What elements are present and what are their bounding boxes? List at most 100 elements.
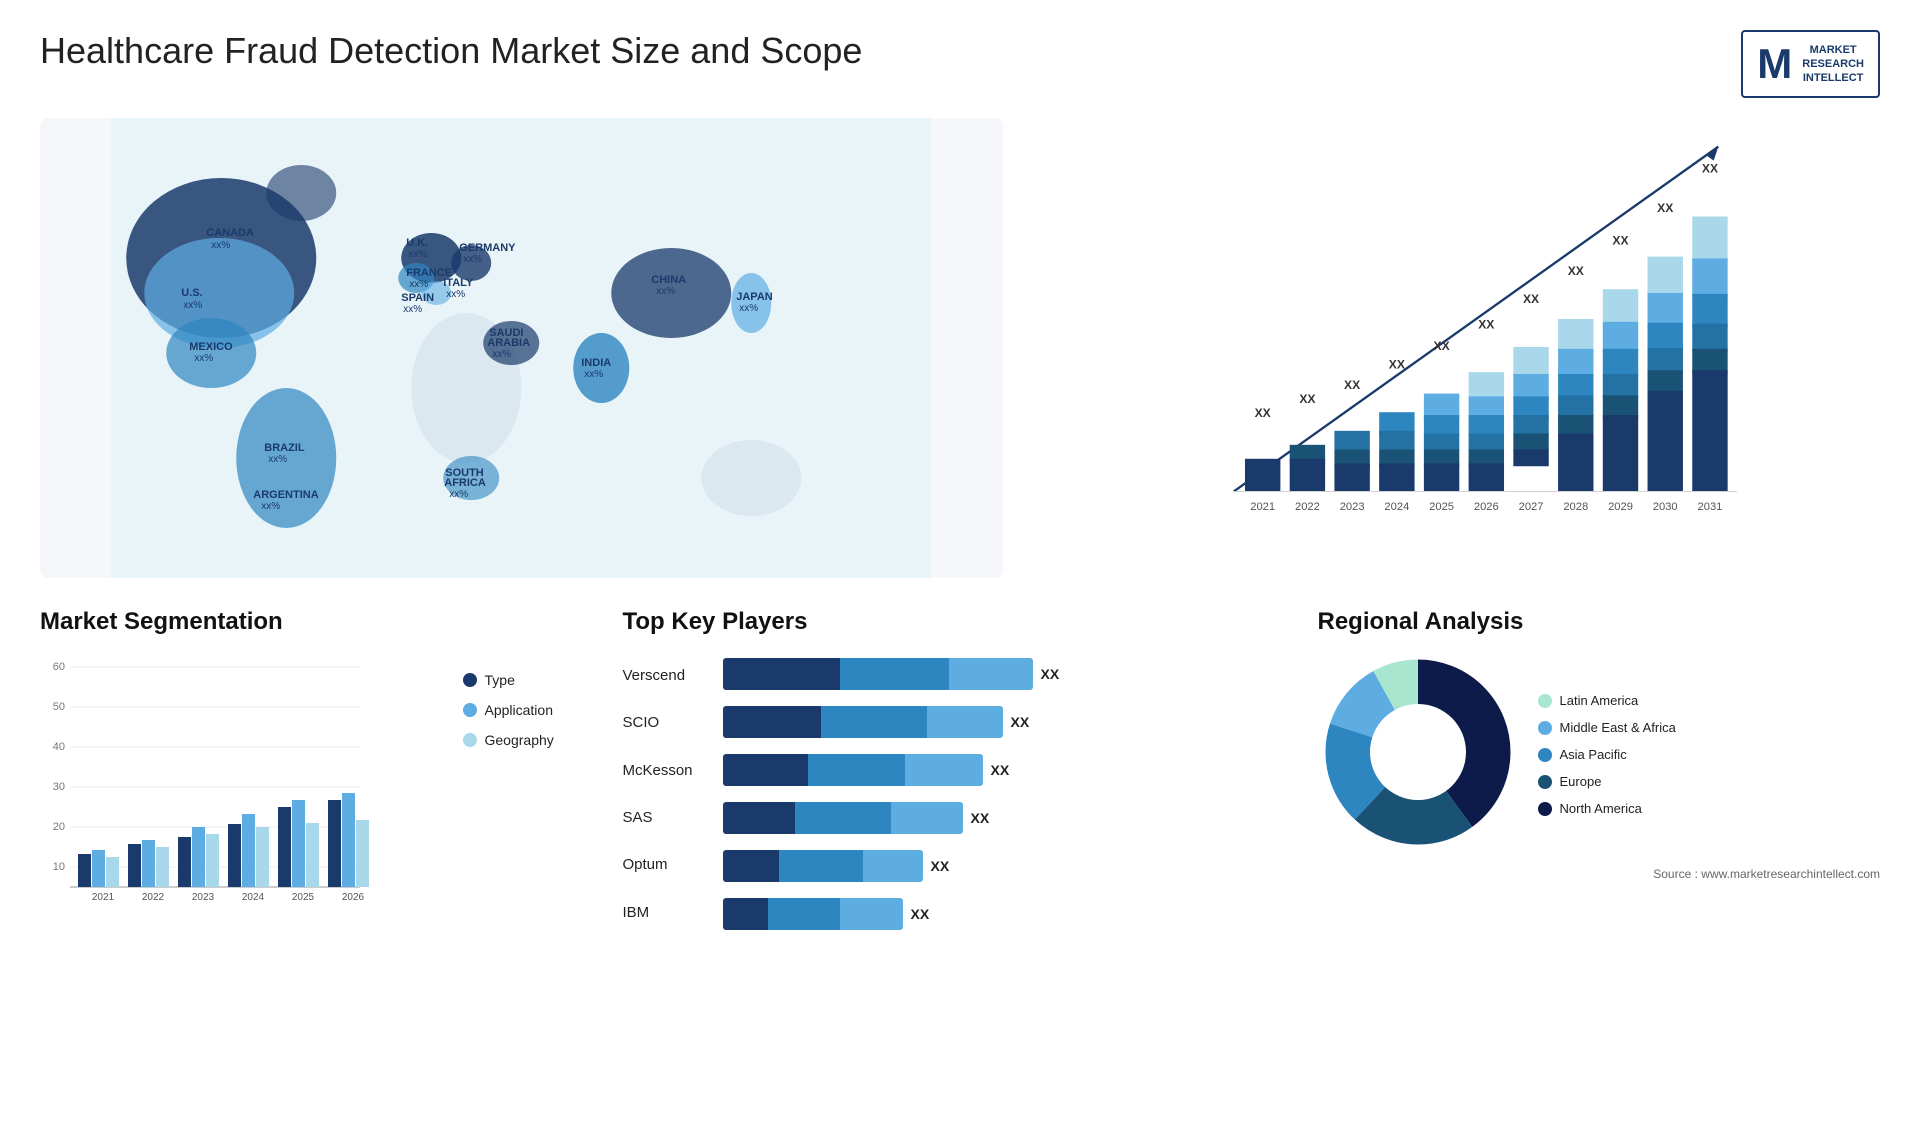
dot-middle-east	[1538, 721, 1552, 735]
legend-type: Type	[463, 672, 603, 688]
bar-mckesson: XX	[723, 748, 1298, 792]
bar-sas: XX	[723, 796, 1298, 840]
svg-text:20: 20	[53, 821, 65, 833]
bar-optum: XX	[723, 844, 1298, 888]
svg-text:2026: 2026	[1473, 501, 1498, 513]
legend-dot-application	[463, 703, 477, 717]
svg-text:XX: XX	[1433, 339, 1449, 353]
svg-text:2021: 2021	[1250, 501, 1275, 513]
logo-letter: M	[1757, 40, 1792, 88]
player-scio: SCIO	[623, 701, 693, 745]
legend-dot-type	[463, 673, 477, 687]
dot-north-america	[1538, 802, 1552, 816]
svg-text:2031: 2031	[1697, 501, 1722, 513]
reg-asia-pacific: Asia Pacific	[1538, 747, 1881, 762]
svg-text:2022: 2022	[142, 892, 165, 903]
svg-text:xx%: xx%	[584, 369, 603, 380]
svg-text:ARABIA: ARABIA	[487, 337, 530, 349]
logo: M MARKET RESEARCH INTELLECT	[1741, 30, 1880, 98]
svg-text:XX: XX	[1567, 264, 1583, 278]
segmentation-chart-area: 60 50 40 30 20 10	[40, 652, 603, 917]
source-text: Source : www.marketresearchintellect.com	[1318, 867, 1881, 881]
svg-text:U.S.: U.S.	[181, 287, 202, 299]
svg-text:2026: 2026	[342, 892, 365, 903]
player-bars: XX XX	[723, 652, 1298, 936]
svg-text:2023: 2023	[192, 892, 215, 903]
player-names-list: Verscend SCIO McKesson SAS Optum IBM	[623, 652, 693, 936]
svg-text:2022: 2022	[1294, 501, 1319, 513]
svg-text:xx%: xx%	[739, 303, 758, 314]
segmentation-legend: Type Application Geography	[463, 652, 603, 748]
legend-application: Application	[463, 702, 603, 718]
reg-middle-east: Middle East & Africa	[1538, 720, 1881, 735]
label-asia-pacific: Asia Pacific	[1560, 747, 1627, 762]
xx-verscend: XX	[1041, 666, 1060, 682]
header: Healthcare Fraud Detection Market Size a…	[40, 30, 1880, 98]
player-ibm: IBM	[623, 890, 693, 934]
xx-ibm: XX	[911, 906, 930, 922]
svg-text:2027: 2027	[1518, 501, 1543, 513]
svg-text:XX: XX	[1701, 162, 1717, 176]
svg-text:MEXICO: MEXICO	[189, 341, 233, 353]
regional-inner: Latin America Middle East & Africa Asia …	[1318, 652, 1881, 857]
svg-text:2023: 2023	[1339, 501, 1364, 513]
svg-text:2025: 2025	[292, 892, 315, 903]
svg-text:XX: XX	[1478, 317, 1494, 331]
xx-scio: XX	[1011, 714, 1030, 730]
bar-chart-svg: XX XX XX XX XX	[1073, 128, 1861, 538]
segmentation-title: Market Segmentation	[40, 608, 603, 636]
svg-text:xx%: xx%	[492, 349, 511, 360]
bar-ibm: XX	[723, 892, 1298, 936]
svg-text:2030: 2030	[1652, 501, 1677, 513]
svg-text:2021: 2021	[92, 892, 115, 903]
seg-chart-svg: 60 50 40 30 20 10	[40, 652, 370, 912]
svg-text:xx%: xx%	[194, 353, 213, 364]
pie-chart	[1318, 652, 1518, 857]
svg-text:JAPAN: JAPAN	[736, 291, 773, 303]
logo-text: MARKET RESEARCH INTELLECT	[1802, 43, 1864, 86]
legend-label-geography: Geography	[485, 732, 554, 748]
svg-text:xx%: xx%	[446, 289, 465, 300]
svg-text:30: 30	[53, 781, 65, 793]
svg-text:XX: XX	[1254, 406, 1270, 420]
bottom-section: Market Segmentation 60 50 40 30 20 10	[40, 608, 1880, 936]
key-players-section: Top Key Players Verscend SCIO McKesson S…	[623, 608, 1298, 936]
player-verscend: Verscend	[623, 654, 693, 698]
svg-text:U.K.: U.K.	[406, 237, 428, 249]
growth-bar-chart: XX XX XX XX XX	[1033, 118, 1881, 578]
svg-text:XX: XX	[1657, 201, 1673, 215]
xx-optum: XX	[931, 858, 950, 874]
world-map-container: CANADA xx% U.S. xx% MEXICO xx% BRAZIL xx…	[40, 118, 1003, 578]
svg-text:2024: 2024	[1384, 501, 1409, 513]
dot-latin-america	[1538, 694, 1552, 708]
svg-text:XX: XX	[1388, 357, 1404, 371]
svg-text:10: 10	[53, 861, 65, 873]
svg-text:xx%: xx%	[409, 279, 428, 290]
legend-dot-geography	[463, 733, 477, 747]
svg-text:CANADA: CANADA	[206, 227, 254, 239]
svg-text:2024: 2024	[242, 892, 265, 903]
player-sas: SAS	[623, 796, 693, 840]
svg-text:SPAIN: SPAIN	[401, 292, 434, 304]
pie-svg	[1318, 652, 1518, 852]
player-optum: Optum	[623, 843, 693, 887]
segmentation-section: Market Segmentation 60 50 40 30 20 10	[40, 608, 603, 936]
legend-label-application: Application	[485, 702, 554, 718]
svg-text:xx%: xx%	[408, 249, 427, 260]
svg-text:XX: XX	[1612, 233, 1628, 247]
bar-verscend: XX	[723, 652, 1298, 696]
svg-text:GERMANY: GERMANY	[459, 242, 516, 254]
svg-text:xx%: xx%	[449, 489, 468, 500]
svg-text:AFRICA: AFRICA	[444, 477, 486, 489]
svg-text:ARGENTINA: ARGENTINA	[253, 489, 318, 501]
top-section: CANADA xx% U.S. xx% MEXICO xx% BRAZIL xx…	[40, 118, 1880, 578]
svg-text:xx%: xx%	[261, 501, 280, 512]
svg-text:xx%: xx%	[211, 240, 230, 251]
svg-text:2025: 2025	[1429, 501, 1454, 513]
dot-asia-pacific	[1538, 748, 1552, 762]
svg-text:BRAZIL: BRAZIL	[264, 442, 305, 454]
svg-text:xx%: xx%	[403, 304, 422, 315]
players-title: Top Key Players	[623, 608, 1298, 636]
regional-legend: Latin America Middle East & Africa Asia …	[1538, 693, 1881, 816]
svg-text:ITALY: ITALY	[443, 277, 474, 289]
